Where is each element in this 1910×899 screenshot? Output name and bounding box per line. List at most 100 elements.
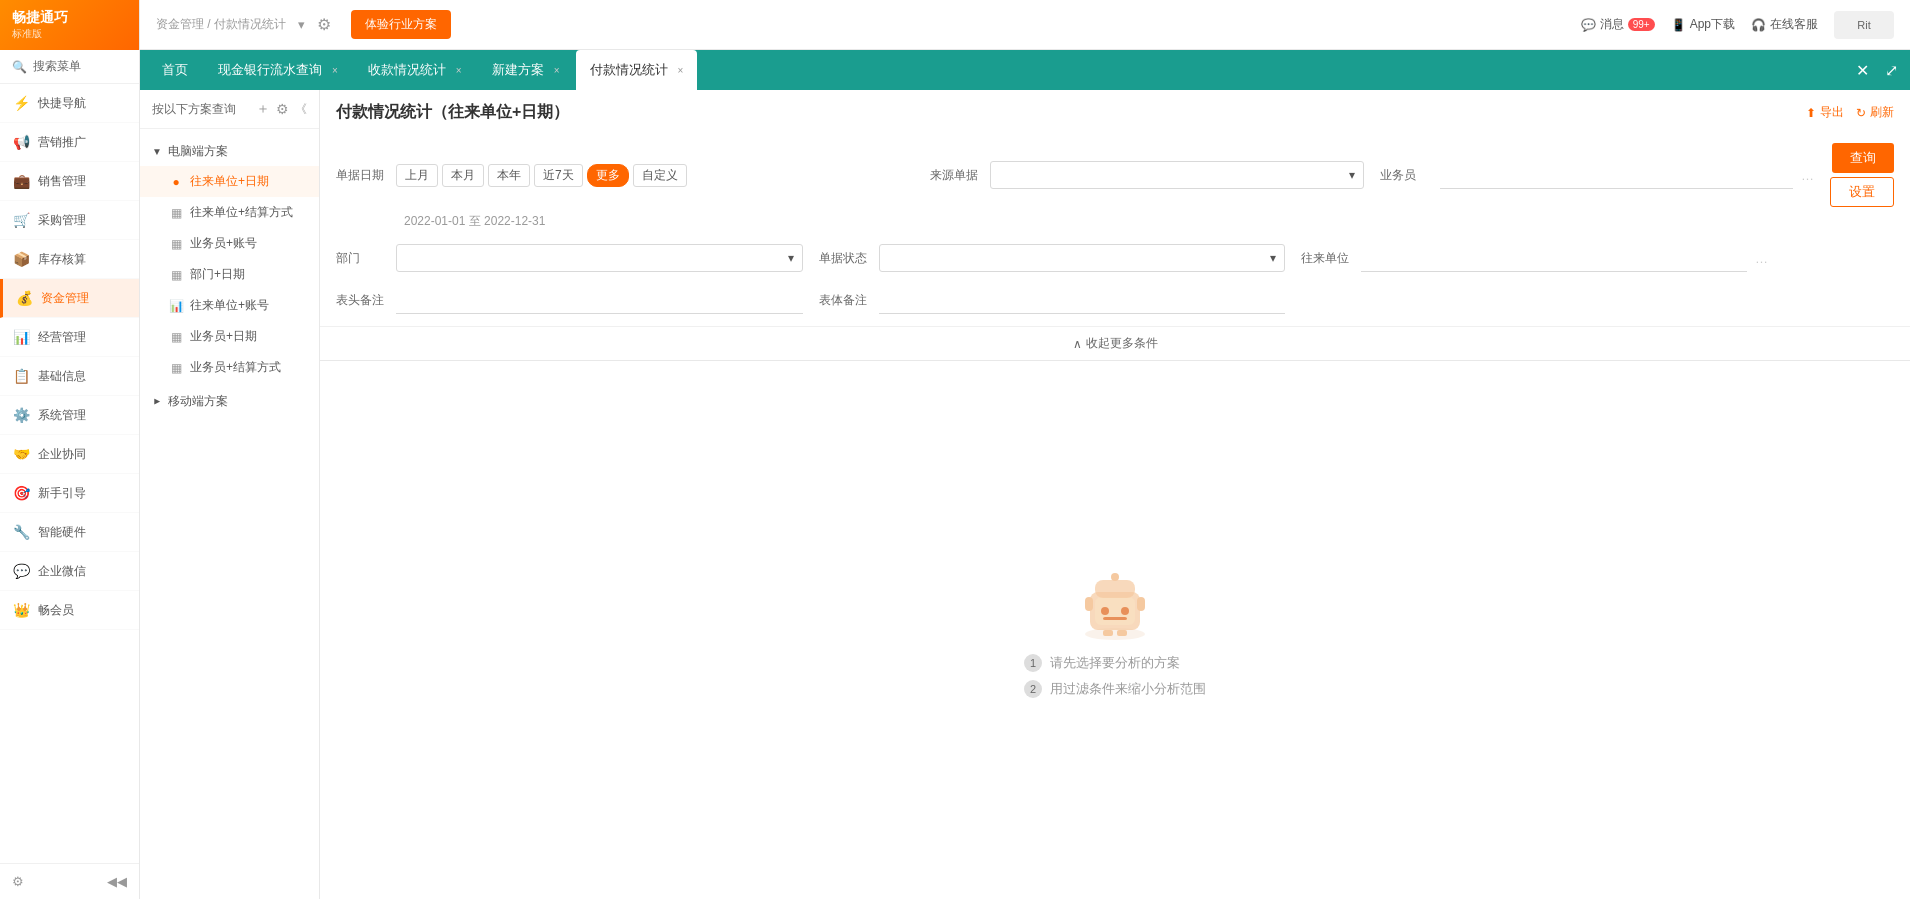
mobile-group-arrow: ▼	[151, 397, 162, 407]
sidebar-item-sales[interactable]: 💼 销售管理	[0, 162, 139, 201]
tab-payment-stats[interactable]: 付款情况统计 ×	[576, 50, 698, 90]
dept-select-arrow: ▾	[788, 251, 794, 265]
desktop-scheme-group-title[interactable]: ▼ 电脑端方案	[140, 137, 319, 166]
scheme-item-salesperson-account[interactable]: ▦ 业务员+账号	[140, 228, 319, 259]
sidebar-item-inventory[interactable]: 📦 库存核算	[0, 240, 139, 279]
scheme-item-partner-date[interactable]: ● 往来单位+日期	[140, 166, 319, 197]
voucher-select-arrow: ▾	[1270, 251, 1276, 265]
filter-source-select[interactable]: ▾	[990, 161, 1364, 189]
sidebar-item-label: 新手引导	[38, 485, 86, 502]
tab-payment-stats-close[interactable]: ×	[678, 65, 684, 76]
tabbar: 首页 现金银行流水查询 × 收款情况统计 × 新建方案 × 付款情况统计 × ✕…	[140, 50, 1910, 90]
sidebar-item-guide[interactable]: 🎯 新手引导	[0, 474, 139, 513]
sidebar-item-marketing[interactable]: 📢 营销推广	[0, 123, 139, 162]
svg-rect-6	[1085, 597, 1093, 611]
tab-expand-icon[interactable]: ⤢	[1881, 57, 1902, 84]
tab-bank-flow[interactable]: 现金银行流水查询 ×	[204, 50, 352, 90]
tab-bank-flow-close[interactable]: ×	[332, 65, 338, 76]
tab-receipts[interactable]: 收款情况统计 ×	[354, 50, 476, 90]
filter-note-body-input[interactable]	[879, 286, 1286, 314]
scheme-item-icon-partner-settle: ▦	[168, 205, 184, 221]
scheme-item-icon-salesperson-date: ▦	[168, 329, 184, 345]
empty-tip-2: 2 用过滤条件来缩小分析范围	[1024, 680, 1206, 698]
scheme-item-salesperson-date[interactable]: ▦ 业务员+日期	[140, 321, 319, 352]
collapse-scheme-panel-icon[interactable]: 《	[295, 101, 307, 118]
sidebar-item-basic[interactable]: 📋 基础信息	[0, 357, 139, 396]
online-service-btn[interactable]: 🎧 在线客服	[1751, 16, 1818, 33]
tab-new-scheme-close[interactable]: ×	[554, 65, 560, 76]
sidebar-item-label: 库存核算	[38, 251, 86, 268]
date-btn-last-month[interactable]: 上月	[396, 164, 438, 187]
page-title-bar: 付款情况统计（往来单位+日期） ⬆ 导出 ↻ 刷新	[320, 90, 1910, 131]
filter-voucher-status-select[interactable]: ▾	[879, 244, 1286, 272]
tab-new-scheme[interactable]: 新建方案 ×	[478, 50, 574, 90]
sidebar-nav: ⚡ 快捷导航 📢 营销推广 💼 销售管理 🛒 采购管理 📦 库存核算 💰 资金管…	[0, 84, 139, 863]
export-icon: ⬆	[1806, 106, 1816, 120]
page-content: 按以下方案查询 ＋ ⚙ 《 ▼ 电脑端方案 ● 往来单位+日期	[140, 90, 1910, 899]
scheme-settings-icon[interactable]: ⚙	[276, 101, 289, 117]
sidebar-item-purchase[interactable]: 🛒 采购管理	[0, 201, 139, 240]
filter-dept-select[interactable]: ▾	[396, 244, 803, 272]
sidebar-settings-icon[interactable]: ⚙	[12, 874, 24, 889]
topbar-dropdown-icon[interactable]: ▾	[298, 17, 305, 32]
mobile-scheme-group-title[interactable]: ▼ 移动端方案	[140, 387, 319, 416]
refresh-btn[interactable]: ↻ 刷新	[1856, 104, 1894, 121]
sidebar-item-finance[interactable]: 💰 资金管理	[0, 279, 139, 318]
filter-salesperson-input[interactable]	[1440, 161, 1793, 189]
partner-more-icon[interactable]: …	[1755, 251, 1768, 266]
sidebar-item-collab[interactable]: 🤝 企业协同	[0, 435, 139, 474]
filter-partner-input[interactable]	[1361, 244, 1747, 272]
tab-receipts-close[interactable]: ×	[456, 65, 462, 76]
source-select-arrow: ▾	[1349, 168, 1355, 182]
sidebar-item-hardware[interactable]: 🔧 智能硬件	[0, 513, 139, 552]
filter-note-header-input[interactable]	[396, 286, 803, 314]
scheme-item-icon-salesperson-settle: ▦	[168, 360, 184, 376]
date-btn-custom[interactable]: 自定义	[633, 164, 687, 187]
tab-close-all-icon[interactable]: ✕	[1852, 57, 1873, 84]
sidebar-item-member[interactable]: 👑 畅会员	[0, 591, 139, 630]
date-btn-last-7-days[interactable]: 近7天	[534, 164, 583, 187]
setting-button[interactable]: 设置	[1830, 177, 1894, 207]
add-scheme-icon[interactable]: ＋	[256, 100, 270, 118]
search-menu-item[interactable]: 🔍 搜索菜单	[0, 50, 139, 84]
guide-icon: 🎯	[12, 484, 30, 502]
scheme-item-salesperson-settle[interactable]: ▦ 业务员+结算方式	[140, 352, 319, 383]
sidebar-item-ops[interactable]: 📊 经营管理	[0, 318, 139, 357]
salesperson-more-icon[interactable]: …	[1801, 168, 1814, 183]
sidebar-collapse-icon[interactable]: ◀◀	[107, 874, 127, 889]
collab-icon: 🤝	[12, 445, 30, 463]
topbar-settings-icon[interactable]: ⚙	[317, 15, 331, 34]
scheme-item-dept-date[interactable]: ▦ 部门+日期	[140, 259, 319, 290]
filter-date-range-display: 2022-01-01 至 2022-12-31	[404, 213, 545, 230]
scheme-item-partner-settle[interactable]: ▦ 往来单位+结算方式	[140, 197, 319, 228]
app-download-btn[interactable]: 📱 App下载	[1671, 16, 1735, 33]
export-btn[interactable]: ⬆ 导出	[1806, 104, 1844, 121]
mobile-group-label: 移动端方案	[168, 393, 228, 410]
scheme-item-label: 业务员+账号	[190, 235, 257, 252]
trial-btn[interactable]: 体验行业方案	[351, 10, 451, 39]
svg-point-4	[1121, 607, 1129, 615]
notification-btn[interactable]: 💬 消息 99+	[1581, 16, 1655, 33]
filter-source-item: 来源单据 ▾	[930, 161, 1364, 189]
sidebar-item-label: 快捷导航	[38, 95, 86, 112]
sidebar-item-quick-nav[interactable]: ⚡ 快捷导航	[0, 84, 139, 123]
date-btn-this-year[interactable]: 本年	[488, 164, 530, 187]
user-avatar[interactable]: Rit	[1834, 11, 1894, 39]
scheme-panel: 按以下方案查询 ＋ ⚙ 《 ▼ 电脑端方案 ● 往来单位+日期	[140, 90, 320, 899]
sidebar-item-system[interactable]: ⚙️ 系统管理	[0, 396, 139, 435]
collapse-btn-label: 收起更多条件	[1086, 335, 1158, 352]
tab-home[interactable]: 首页	[148, 50, 202, 90]
collapse-more-conditions-btn[interactable]: ∧ 收起更多条件	[320, 326, 1910, 360]
collapse-chevron-icon: ∧	[1073, 337, 1082, 351]
svg-rect-5	[1103, 617, 1127, 620]
notification-label: 消息	[1600, 16, 1624, 33]
result-area: 1 请先选择要分析的方案 2 用过滤条件来缩小分析范围	[320, 361, 1910, 899]
sidebar-item-wechat[interactable]: 💬 企业微信	[0, 552, 139, 591]
scheme-item-partner-account[interactable]: 📊 往来单位+账号	[140, 290, 319, 321]
date-btn-more[interactable]: 更多	[587, 164, 629, 187]
notification-icon: 💬	[1581, 18, 1596, 32]
search-button[interactable]: 查询	[1832, 143, 1894, 173]
tab-new-scheme-label: 新建方案	[492, 61, 544, 79]
date-btn-this-month[interactable]: 本月	[442, 164, 484, 187]
sidebar-item-label: 营销推广	[38, 134, 86, 151]
